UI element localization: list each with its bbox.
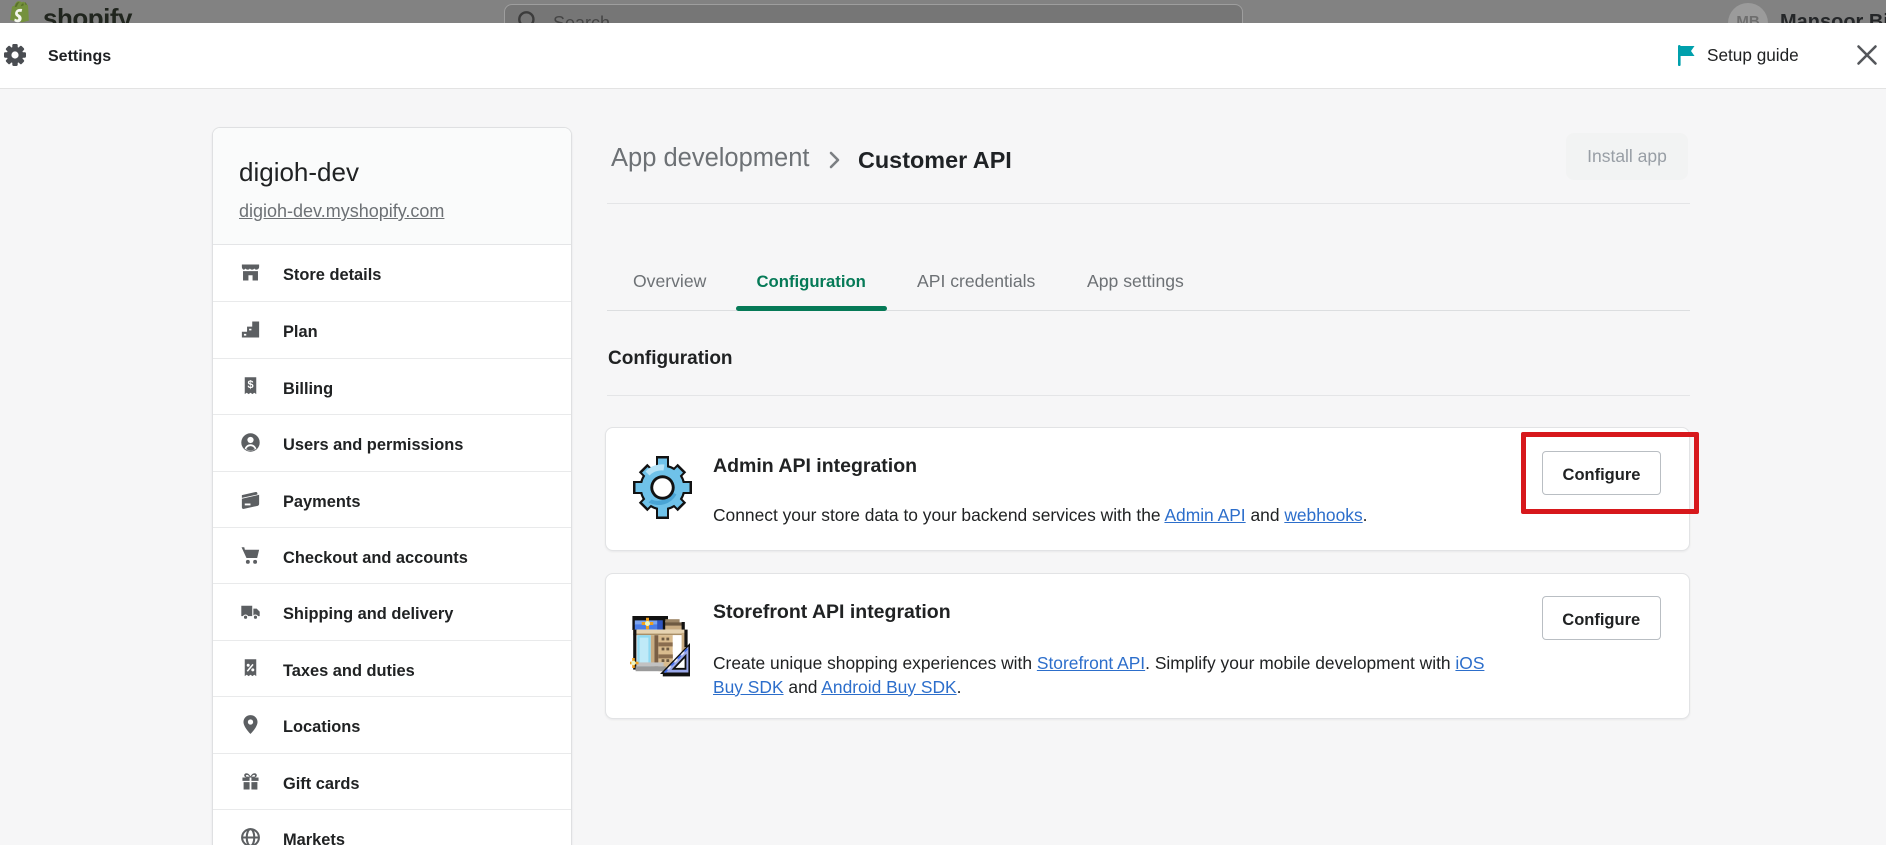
svg-text:$: $	[247, 379, 253, 391]
